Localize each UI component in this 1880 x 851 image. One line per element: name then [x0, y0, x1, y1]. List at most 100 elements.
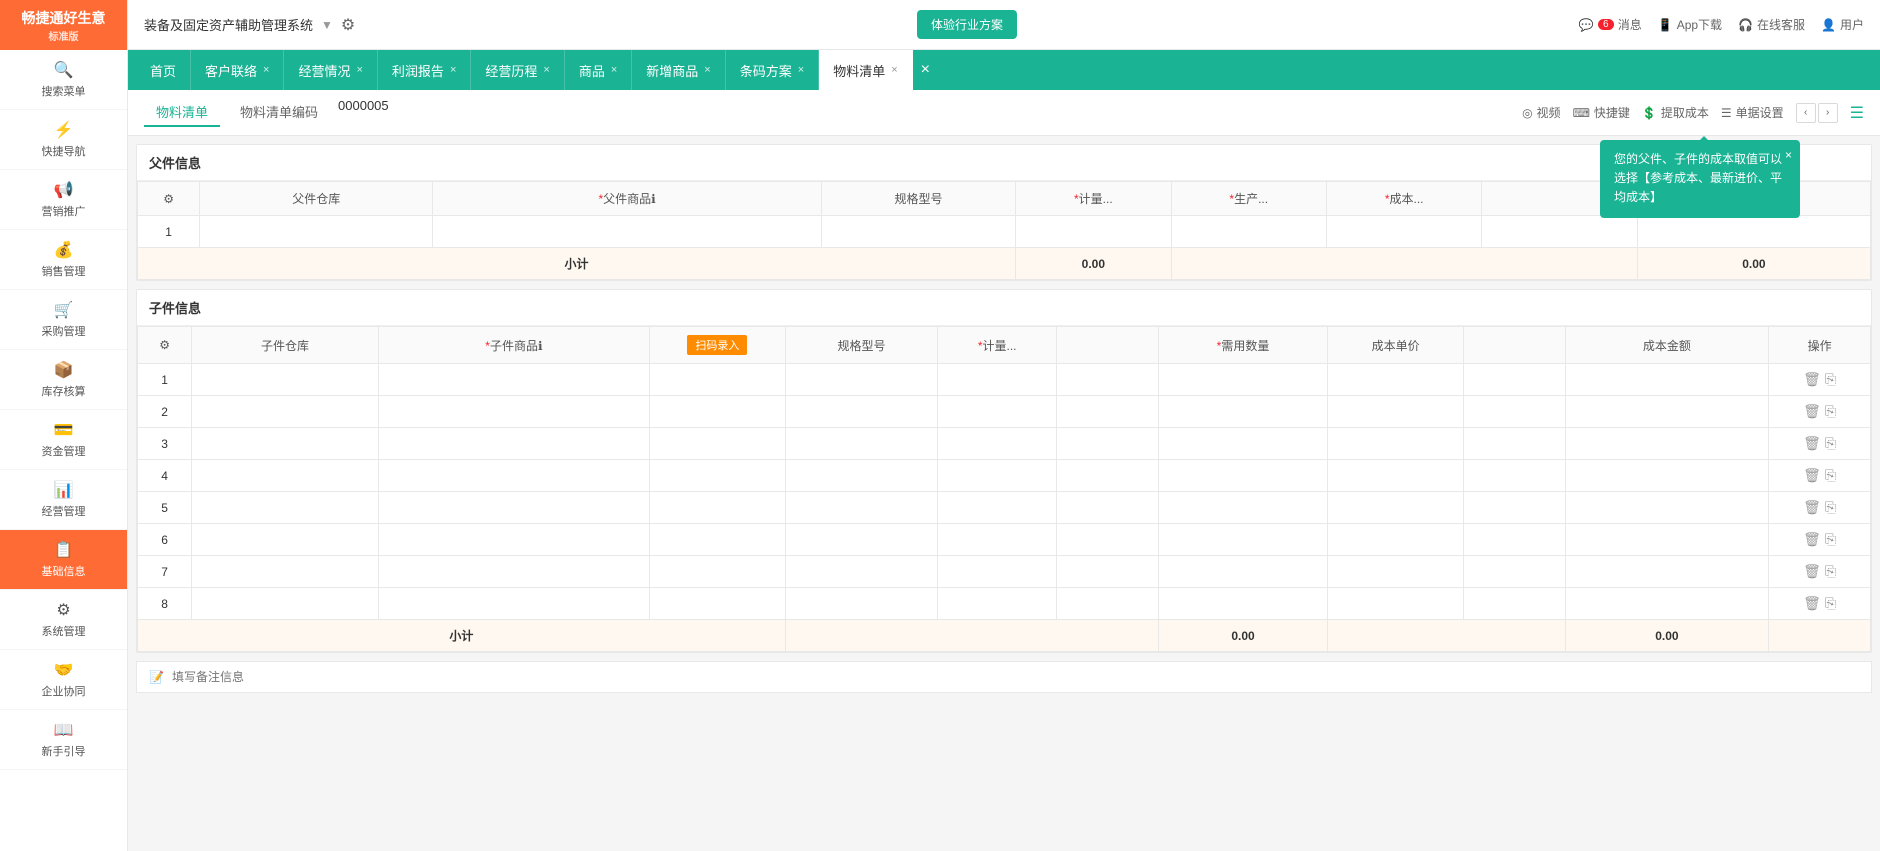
message-btn[interactable]: 💬 6 消息	[1579, 16, 1642, 33]
experience-button[interactable]: 体验行业方案	[917, 10, 1017, 39]
delete-icon[interactable]: 🗑	[1803, 403, 1821, 420]
qty-cell[interactable]	[1158, 396, 1328, 428]
spec-cell[interactable]	[785, 428, 938, 460]
qty-cell[interactable]	[1158, 524, 1328, 556]
delete-icon[interactable]: 🗑	[1803, 499, 1821, 516]
close-icon[interactable]: ×	[704, 64, 710, 76]
spec-cell[interactable]	[821, 216, 1015, 248]
child-goods-cell[interactable]	[378, 556, 649, 588]
cost-unit-cell[interactable]	[1328, 396, 1464, 428]
spec-cell[interactable]	[785, 556, 938, 588]
unit-cell[interactable]	[938, 492, 1057, 524]
cost-unit-cell[interactable]	[1328, 492, 1464, 524]
cost-unit-cell[interactable]	[1328, 588, 1464, 620]
close-icon[interactable]: ×	[543, 64, 549, 76]
spec-cell[interactable]	[785, 460, 938, 492]
prev-arrow[interactable]: ‹	[1796, 103, 1816, 123]
sidebar-item-guide[interactable]: 📖 新手引导	[0, 710, 127, 770]
tab-barcode[interactable]: 条码方案 ×	[726, 50, 819, 90]
close-icon[interactable]: ×	[263, 64, 269, 76]
next-arrow[interactable]: ›	[1818, 103, 1838, 123]
tab-history[interactable]: 经营历程 ×	[471, 50, 564, 90]
copy-icon[interactable]: ⎘	[1825, 499, 1836, 516]
spec-cell[interactable]	[785, 396, 938, 428]
close-icon[interactable]: ×	[798, 64, 804, 76]
child-warehouse-cell[interactable]	[192, 556, 379, 588]
parent-goods-cell[interactable]	[433, 216, 822, 248]
unit-cell[interactable]	[938, 556, 1057, 588]
qty-cell[interactable]	[1158, 556, 1328, 588]
tab-new-goods[interactable]: 新增商品 ×	[632, 50, 725, 90]
sidebar-item-search[interactable]: 🔍 搜索菜单	[0, 50, 127, 110]
delete-icon[interactable]: 🗑	[1803, 435, 1821, 452]
delete-icon[interactable]: 🗑	[1803, 371, 1821, 388]
delete-icon[interactable]: 🗑	[1803, 531, 1821, 548]
cost-unit-cell[interactable]	[1328, 364, 1464, 396]
child-goods-cell[interactable]	[378, 492, 649, 524]
copy-icon[interactable]: ⎘	[1825, 563, 1836, 580]
col-settings[interactable]: ⚙	[138, 327, 192, 364]
video-action[interactable]: ◎ 视频	[1522, 104, 1561, 121]
col-settings[interactable]: ⚙	[138, 182, 200, 216]
table-view-icon[interactable]: ☰	[1850, 103, 1864, 123]
close-icon[interactable]: ×	[356, 64, 362, 76]
cost-unit-cell[interactable]	[1328, 524, 1464, 556]
settings-icon[interactable]: ⚙	[341, 15, 355, 35]
unit-cell[interactable]	[938, 364, 1057, 396]
sidebar-item-finance[interactable]: 💳 资金管理	[0, 410, 127, 470]
child-goods-cell[interactable]	[378, 460, 649, 492]
tab-home[interactable]: 首页	[136, 50, 191, 90]
child-goods-cell[interactable]	[378, 524, 649, 556]
parent-warehouse-cell[interactable]	[200, 216, 433, 248]
spec-cell[interactable]	[785, 524, 938, 556]
unit-cell[interactable]	[1016, 216, 1171, 248]
cost-unit-cell[interactable]	[1328, 556, 1464, 588]
qty-cell[interactable]	[1158, 428, 1328, 460]
sidebar-item-purchase[interactable]: 🛒 采购管理	[0, 290, 127, 350]
copy-icon[interactable]: ⎘	[1825, 371, 1836, 388]
delete-icon[interactable]: 🗑	[1803, 467, 1821, 484]
sidebar-item-operations[interactable]: 📊 经营管理	[0, 470, 127, 530]
sidebar-item-quicknav[interactable]: ⚡ 快捷导航	[0, 110, 127, 170]
online-service-btn[interactable]: 🎧 在线客服	[1738, 16, 1805, 33]
production-cell[interactable]	[1171, 216, 1326, 248]
qty-cell[interactable]	[1158, 492, 1328, 524]
spec-cell[interactable]	[785, 588, 938, 620]
cost-cell[interactable]	[1326, 216, 1481, 248]
sidebar-item-enterprise[interactable]: 🤝 企业协同	[0, 650, 127, 710]
tab-bom[interactable]: 物料清单 ×	[819, 50, 912, 90]
close-all-tabs-button[interactable]: ×	[921, 61, 930, 79]
close-icon[interactable]: ×	[611, 64, 617, 76]
close-icon[interactable]: ×	[450, 64, 456, 76]
copy-icon[interactable]: ⎘	[1825, 403, 1836, 420]
dropdown-arrow-icon[interactable]: ▼	[321, 18, 333, 32]
child-goods-cell[interactable]	[378, 588, 649, 620]
tab-customer[interactable]: 客户联络 ×	[191, 50, 284, 90]
sidebar-item-marketing[interactable]: 📢 营销推广	[0, 170, 127, 230]
tooltip-close-button[interactable]: ×	[1785, 146, 1792, 165]
copy-icon[interactable]: ⎘	[1825, 531, 1836, 548]
unit-cell[interactable]	[938, 524, 1057, 556]
sidebar-item-inventory[interactable]: 📦 库存核算	[0, 350, 127, 410]
unit-cell[interactable]	[938, 460, 1057, 492]
col-scan[interactable]: 扫码录入	[650, 327, 786, 364]
scan-button[interactable]: 扫码录入	[687, 335, 747, 355]
tab-operations[interactable]: 经营情况 ×	[284, 50, 377, 90]
unit-cell[interactable]	[938, 396, 1057, 428]
child-warehouse-cell[interactable]	[192, 588, 379, 620]
tab-profit[interactable]: 利润报告 ×	[378, 50, 471, 90]
child-warehouse-cell[interactable]	[192, 428, 379, 460]
note-input[interactable]	[172, 670, 1859, 684]
child-warehouse-cell[interactable]	[192, 396, 379, 428]
close-icon[interactable]: ×	[891, 64, 897, 76]
extract-cost-action[interactable]: 💲 提取成本	[1642, 104, 1709, 121]
child-warehouse-cell[interactable]	[192, 492, 379, 524]
copy-icon[interactable]: ⎘	[1825, 435, 1836, 452]
delete-icon[interactable]: 🗑	[1803, 595, 1821, 612]
qty-cell[interactable]	[1158, 460, 1328, 492]
app-download-btn[interactable]: 📱 App下载	[1658, 16, 1722, 33]
spec-cell[interactable]	[785, 364, 938, 396]
copy-icon[interactable]: ⎘	[1825, 467, 1836, 484]
qty-cell[interactable]	[1158, 588, 1328, 620]
child-warehouse-cell[interactable]	[192, 460, 379, 492]
